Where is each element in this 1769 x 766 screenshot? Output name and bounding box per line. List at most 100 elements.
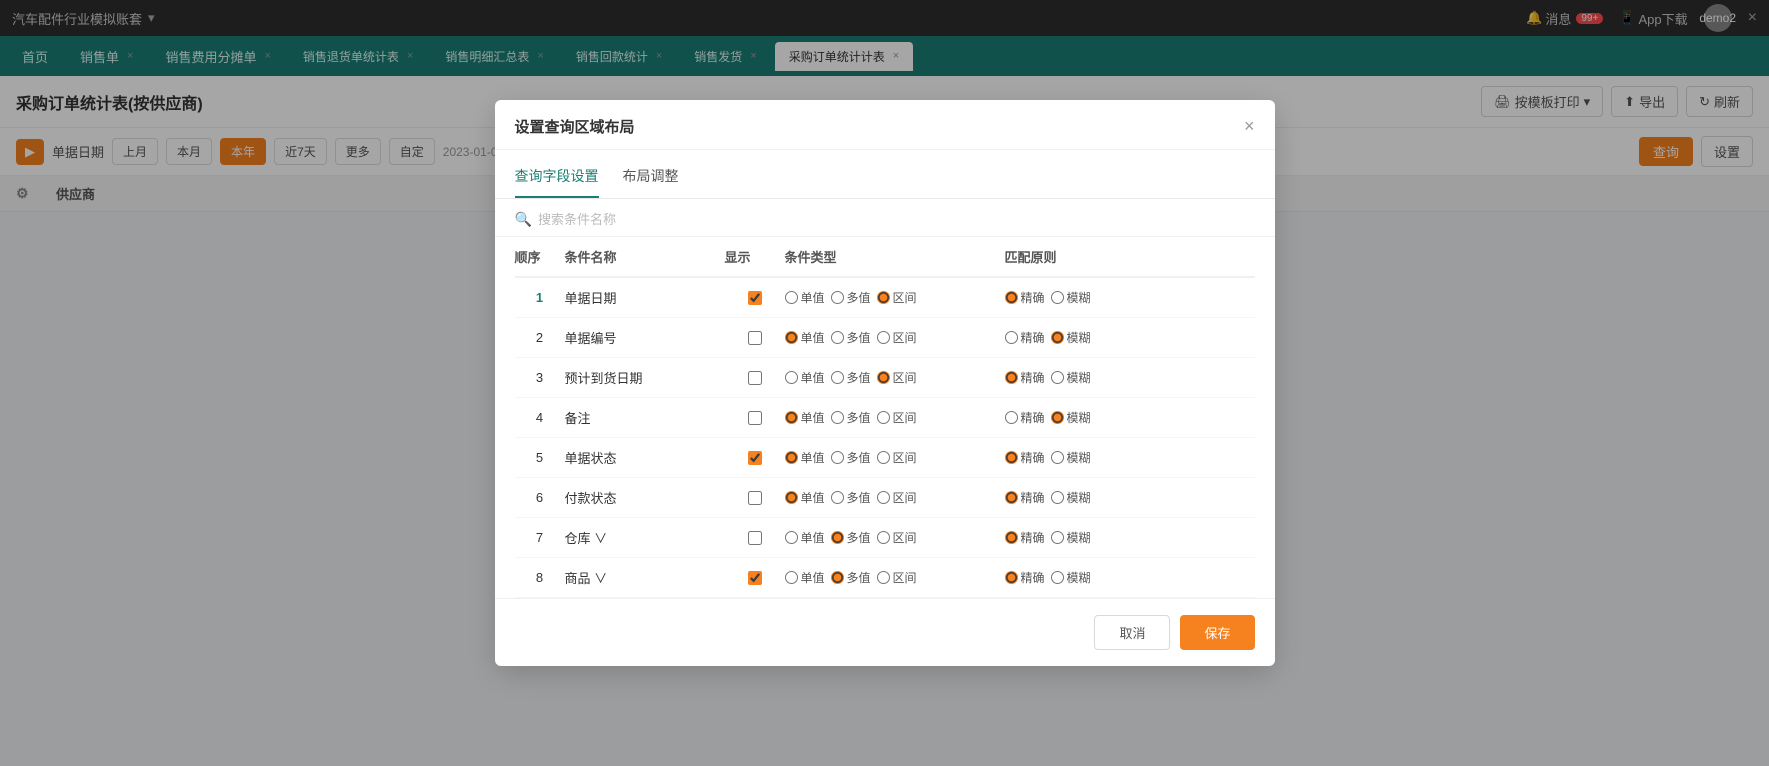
row-name: 商品 ∨ <box>565 568 725 587</box>
show-checkbox[interactable] <box>748 491 762 505</box>
save-btn[interactable]: 保存 <box>1180 615 1254 650</box>
match-fuzzy[interactable]: 模糊 <box>1051 289 1091 306</box>
col-type-header: 条件类型 <box>785 247 1005 266</box>
type-range[interactable]: 区间 <box>877 489 917 506</box>
type-single[interactable]: 单值 <box>785 409 825 426</box>
type-range[interactable]: 区间 <box>877 289 917 306</box>
match-fuzzy[interactable]: 模糊 <box>1051 329 1091 346</box>
row-show <box>725 291 785 305</box>
show-checkbox[interactable] <box>748 371 762 385</box>
match-fuzzy[interactable]: 模糊 <box>1051 569 1091 586</box>
search-input[interactable] <box>538 212 738 227</box>
table-row: 1 单据日期 单值 多值 区间 精确 模糊 <box>515 278 1255 318</box>
match-exact[interactable]: 精确 <box>1005 409 1045 426</box>
col-order-header: 顺序 <box>515 247 565 266</box>
match-exact[interactable]: 精确 <box>1005 329 1045 346</box>
type-range[interactable]: 区间 <box>877 369 917 386</box>
match-fuzzy[interactable]: 模糊 <box>1051 369 1091 386</box>
type-range[interactable]: 区间 <box>877 329 917 346</box>
type-multi[interactable]: 多值 <box>831 569 871 586</box>
type-single[interactable]: 单值 <box>785 329 825 346</box>
match-fuzzy[interactable]: 模糊 <box>1051 529 1091 546</box>
col-show-header: 显示 <box>725 247 785 266</box>
type-multi[interactable]: 多值 <box>831 409 871 426</box>
show-checkbox[interactable] <box>748 451 762 465</box>
modal-tab-fields[interactable]: 查询字段设置 <box>515 158 599 198</box>
show-checkbox[interactable] <box>748 411 762 425</box>
row-type: 单值 多值 区间 <box>785 489 1005 506</box>
type-multi[interactable]: 多值 <box>831 489 871 506</box>
match-exact[interactable]: 精确 <box>1005 489 1045 506</box>
row-order: 6 <box>515 490 565 505</box>
table-row: 2 单据编号 单值 多值 区间 精确 模糊 <box>515 318 1255 358</box>
match-exact[interactable]: 精确 <box>1005 369 1045 386</box>
match-exact[interactable]: 精确 <box>1005 569 1045 586</box>
row-type: 单值 多值 区间 <box>785 289 1005 306</box>
show-checkbox[interactable] <box>748 531 762 545</box>
row-type: 单值 多值 区间 <box>785 329 1005 346</box>
match-exact[interactable]: 精确 <box>1005 289 1045 306</box>
match-exact[interactable]: 精确 <box>1005 529 1045 546</box>
type-range[interactable]: 区间 <box>877 449 917 466</box>
row-type: 单值 多值 区间 <box>785 569 1005 586</box>
type-single[interactable]: 单值 <box>785 449 825 466</box>
row-show <box>725 571 785 585</box>
col-name-header: 条件名称 <box>565 247 725 266</box>
row-show <box>725 371 785 385</box>
row-order: 4 <box>515 410 565 425</box>
type-multi[interactable]: 多值 <box>831 289 871 306</box>
row-order: 2 <box>515 330 565 345</box>
type-multi[interactable]: 多值 <box>831 369 871 386</box>
type-range[interactable]: 区间 <box>877 569 917 586</box>
row-name: 单据日期 <box>565 288 725 307</box>
row-match: 精确 模糊 <box>1005 289 1225 306</box>
row-name: 备注 <box>565 408 725 427</box>
show-checkbox[interactable] <box>748 331 762 345</box>
match-fuzzy[interactable]: 模糊 <box>1051 489 1091 506</box>
type-single[interactable]: 单值 <box>785 369 825 386</box>
table-row: 6 付款状态 单值 多值 区间 精确 模糊 <box>515 478 1255 518</box>
row-show <box>725 451 785 465</box>
show-checkbox[interactable] <box>748 571 762 585</box>
type-range[interactable]: 区间 <box>877 529 917 546</box>
search-icon: 🔍 <box>515 211 532 228</box>
row-type: 单值 多值 区间 <box>785 449 1005 466</box>
row-match: 精确 模糊 <box>1005 449 1225 466</box>
modal-table-body: 1 单据日期 单值 多值 区间 精确 模糊 2 单据编号 <box>495 278 1275 598</box>
cancel-btn[interactable]: 取消 <box>1094 615 1170 650</box>
row-name: 付款状态 <box>565 488 725 507</box>
match-fuzzy[interactable]: 模糊 <box>1051 409 1091 426</box>
row-match: 精确 模糊 <box>1005 329 1225 346</box>
row-name: 仓库 ∨ <box>565 528 725 547</box>
row-type: 单值 多值 区间 <box>785 529 1005 546</box>
row-order: 5 <box>515 450 565 465</box>
type-single[interactable]: 单值 <box>785 289 825 306</box>
settings-modal: 设置查询区域布局 × 查询字段设置 布局调整 🔍 顺序 条件名称 显示 条件类型 <box>495 100 1275 666</box>
type-single[interactable]: 单值 <box>785 569 825 586</box>
modal-close-btn[interactable]: × <box>1244 116 1255 137</box>
row-name: 单据编号 <box>565 328 725 347</box>
row-match: 精确 模糊 <box>1005 489 1225 506</box>
row-show <box>725 491 785 505</box>
type-range[interactable]: 区间 <box>877 409 917 426</box>
row-show <box>725 411 785 425</box>
type-multi[interactable]: 多值 <box>831 329 871 346</box>
type-single[interactable]: 单值 <box>785 489 825 506</box>
type-single[interactable]: 单值 <box>785 529 825 546</box>
match-exact[interactable]: 精确 <box>1005 449 1045 466</box>
row-order: 3 <box>515 370 565 385</box>
modal-search-area: 🔍 <box>495 199 1275 237</box>
show-checkbox[interactable] <box>748 291 762 305</box>
row-match: 精确 模糊 <box>1005 569 1225 586</box>
type-multi[interactable]: 多值 <box>831 529 871 546</box>
row-type: 单值 多值 区间 <box>785 409 1005 426</box>
table-row: 8 商品 ∨ 单值 多值 区间 精确 模糊 <box>515 558 1255 598</box>
row-name: 单据状态 <box>565 448 725 467</box>
type-multi[interactable]: 多值 <box>831 449 871 466</box>
match-fuzzy[interactable]: 模糊 <box>1051 449 1091 466</box>
table-row: 7 仓库 ∨ 单值 多值 区间 精确 模糊 <box>515 518 1255 558</box>
modal-tabs: 查询字段设置 布局调整 <box>495 150 1275 199</box>
col-match-header: 匹配原则 <box>1005 247 1225 266</box>
row-order: 8 <box>515 570 565 585</box>
modal-tab-layout[interactable]: 布局调整 <box>623 158 679 198</box>
